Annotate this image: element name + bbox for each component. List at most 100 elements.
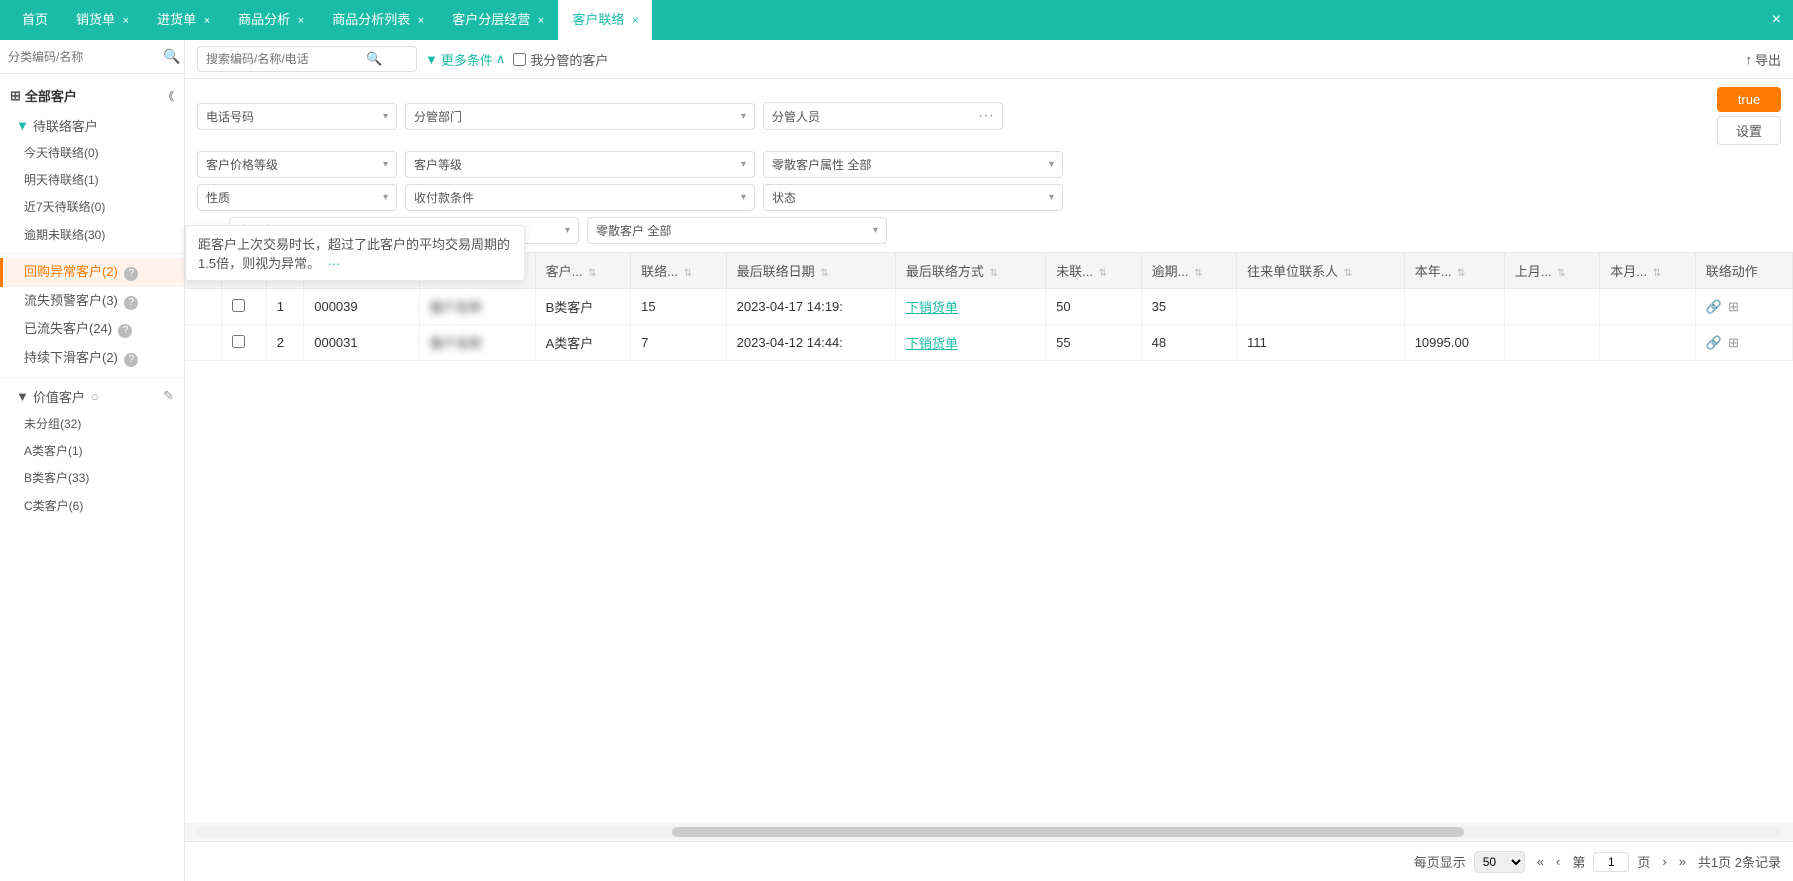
gender-field[interactable]: 性质 ▾ — [197, 184, 397, 211]
export-btn[interactable]: ↑ 导出 — [1745, 50, 1781, 69]
dept-label: 分管部门 — [414, 108, 462, 125]
th-overdue[interactable]: 逾期... ⇅ — [1141, 253, 1237, 289]
phone-field[interactable]: 电话号码 ▾ — [197, 103, 397, 130]
th-this-year[interactable]: 本年... ⇅ — [1404, 253, 1504, 289]
settings-button[interactable]: 设置 — [1717, 116, 1781, 145]
page-input[interactable] — [1593, 852, 1629, 872]
nav-home[interactable]: 首页 — [8, 0, 62, 40]
search-icon[interactable]: 🔍 — [163, 48, 180, 65]
sidebar-item-class-b[interactable]: B类客户(33) — [0, 465, 184, 492]
close-icon[interactable]: × — [204, 15, 210, 27]
value-customers-label: 价值客户 — [33, 387, 85, 406]
dept-field[interactable]: 分管部门 ▾ — [405, 103, 755, 130]
nav-purchase[interactable]: 进货单 × — [143, 0, 224, 40]
close-icon[interactable]: × — [418, 15, 424, 27]
th-last-month[interactable]: 上月... ⇅ — [1504, 253, 1600, 289]
scrollbar-thumb[interactable] — [672, 827, 1464, 837]
sidebar-item-ungrouped[interactable]: 未分组(32) — [0, 411, 184, 438]
sidebar-item-abnormal[interactable]: 回购异常客户(2) ? — [0, 258, 184, 287]
grid-action-icon[interactable]: ⊞ — [1728, 299, 1739, 315]
phone-label: 电话号码 — [206, 108, 254, 125]
th-last-contact-way[interactable]: 最后联络方式 ⇅ — [895, 253, 1045, 289]
last-page-btn[interactable]: » — [1675, 852, 1690, 871]
th-no-contact[interactable]: 未联... ⇅ — [1046, 253, 1142, 289]
nav-analysis[interactable]: 商品分析 × — [224, 0, 318, 40]
sidebar-item-already-lost[interactable]: 已流失客户(24) ? — [0, 315, 184, 344]
edit-icon[interactable]: ✎ — [163, 388, 174, 404]
payment-field[interactable]: 收付款条件 ▾ — [405, 184, 755, 211]
sidebar-item-lost-risk[interactable]: 流失预警客户(3) ? — [0, 287, 184, 316]
value-customers-group[interactable]: ▼ 价值客户 ○ ✎ — [0, 382, 184, 411]
link-action-icon[interactable]: 🔗 — [1706, 335, 1722, 351]
sidebar-all-customers[interactable]: ⊞ 全部客户 《 — [0, 80, 184, 111]
more-conditions-label: 更多条件 — [441, 50, 493, 69]
abnormal-label: 回购异常客户(2) — [24, 264, 118, 279]
chevron-down-icon: ▾ — [873, 225, 878, 236]
info-icon[interactable]: ? — [124, 296, 138, 310]
search-input[interactable] — [206, 52, 366, 66]
more-conditions-btn[interactable]: ▼ 更多条件 ∧ — [425, 50, 505, 69]
my-customers-checkbox[interactable] — [513, 53, 526, 66]
close-icon[interactable]: × — [123, 15, 129, 27]
collapse-icon[interactable]: 《 — [163, 88, 174, 104]
link-action-icon[interactable]: 🔗 — [1706, 299, 1722, 315]
th-unit-contact[interactable]: 往来单位联系人 ⇅ — [1237, 253, 1405, 289]
first-page-btn[interactable]: « — [1533, 852, 1548, 871]
my-customers-checkbox-label[interactable]: 我分管的客户 — [513, 50, 608, 69]
close-icon[interactable]: × — [632, 15, 638, 27]
retail-attr-field[interactable]: 零散客户属性 全部 ▾ — [763, 151, 1063, 178]
tooltip-dots[interactable]: ··· — [327, 256, 340, 271]
next-page-btn[interactable]: › — [1658, 852, 1670, 871]
nav-customer-contact[interactable]: 客户联络 × — [558, 0, 652, 40]
sidebar-search-input[interactable] — [8, 50, 163, 64]
nav-sales[interactable]: 销货单 × — [62, 0, 143, 40]
td-this-month — [1600, 325, 1696, 361]
prev-page-btn[interactable]: ‹ — [1552, 852, 1564, 871]
info-icon[interactable]: ? — [118, 324, 132, 338]
search-icon[interactable]: 🔍 — [366, 51, 382, 67]
sidebar-item-today[interactable]: 今天待联络(0) — [0, 140, 184, 167]
tooltip: 距客户上次交易时长，超过了此客户的平均交易周期的1.5倍，则视为异常。 ··· — [185, 225, 525, 281]
td-overdue: 35 — [1141, 289, 1237, 325]
query-button[interactable]: true — [1717, 87, 1781, 112]
td-checkbox — [221, 289, 266, 325]
last-contact-way-link[interactable]: 下销货单 — [906, 336, 958, 351]
last-contact-way-link[interactable]: 下销货单 — [906, 300, 958, 315]
dots-icon[interactable]: ··· — [978, 107, 994, 125]
sidebar-item-class-c[interactable]: C类客户(6) — [0, 493, 184, 520]
nav-analysis-list[interactable]: 商品分析列表 × — [318, 0, 438, 40]
window-close-button[interactable]: × — [1772, 11, 1781, 29]
row-checkbox-0[interactable] — [232, 299, 245, 312]
customer-grade-field[interactable]: 客户等级 ▾ — [405, 151, 755, 178]
person-field[interactable]: 分管人员 ··· — [763, 102, 1003, 130]
sidebar-item-7days[interactable]: 近7天待联络(0) — [0, 194, 184, 221]
info-icon[interactable]: ? — [124, 267, 138, 281]
info-icon[interactable]: ? — [124, 353, 138, 367]
per-page-select[interactable]: 50 100 — [1474, 851, 1525, 873]
row-checkbox-1[interactable] — [232, 335, 245, 348]
td-last-date: 2023-04-12 14:44: — [726, 325, 895, 361]
td-index: 1 — [266, 289, 304, 325]
th-last-contact-date[interactable]: 最后联络日期 ⇅ — [726, 253, 895, 289]
th-contact[interactable]: 联络... ⇅ — [631, 253, 727, 289]
filter-icon: ▼ — [425, 52, 438, 67]
status-field[interactable]: 状态 ▾ — [763, 184, 1063, 211]
sidebar-item-class-a[interactable]: A类客户(1) — [0, 438, 184, 465]
pagination-nav: « ‹ 第 页 › » — [1533, 850, 1690, 873]
pending-contact-group[interactable]: ▼ 待联络客户 — [0, 111, 184, 140]
close-icon[interactable]: × — [298, 15, 304, 27]
already-lost-label: 已流失客户(24) — [24, 321, 112, 336]
sidebar-item-tomorrow[interactable]: 明天待联络(1) — [0, 167, 184, 194]
payment-label: 收付款条件 — [414, 189, 474, 206]
close-icon[interactable]: × — [538, 15, 544, 27]
retail-customer-field[interactable]: 零散客户 全部 ▾ — [587, 217, 887, 244]
th-type[interactable]: 客户... ⇅ — [535, 253, 631, 289]
horizontal-scrollbar[interactable] — [197, 827, 1781, 837]
sidebar-item-continuous-down[interactable]: 持续下滑客户(2) ? — [0, 344, 184, 373]
sidebar-item-overdue[interactable]: 逾期未联络(30) — [0, 222, 184, 249]
th-this-month[interactable]: 本月... ⇅ — [1600, 253, 1696, 289]
price-grade-field[interactable]: 客户价格等级 ▾ — [197, 151, 397, 178]
grid-action-icon[interactable]: ⊞ — [1728, 335, 1739, 351]
nav-customer-tier[interactable]: 客户分层经营 × — [438, 0, 558, 40]
chevron-down-icon: ▾ — [1049, 192, 1054, 203]
